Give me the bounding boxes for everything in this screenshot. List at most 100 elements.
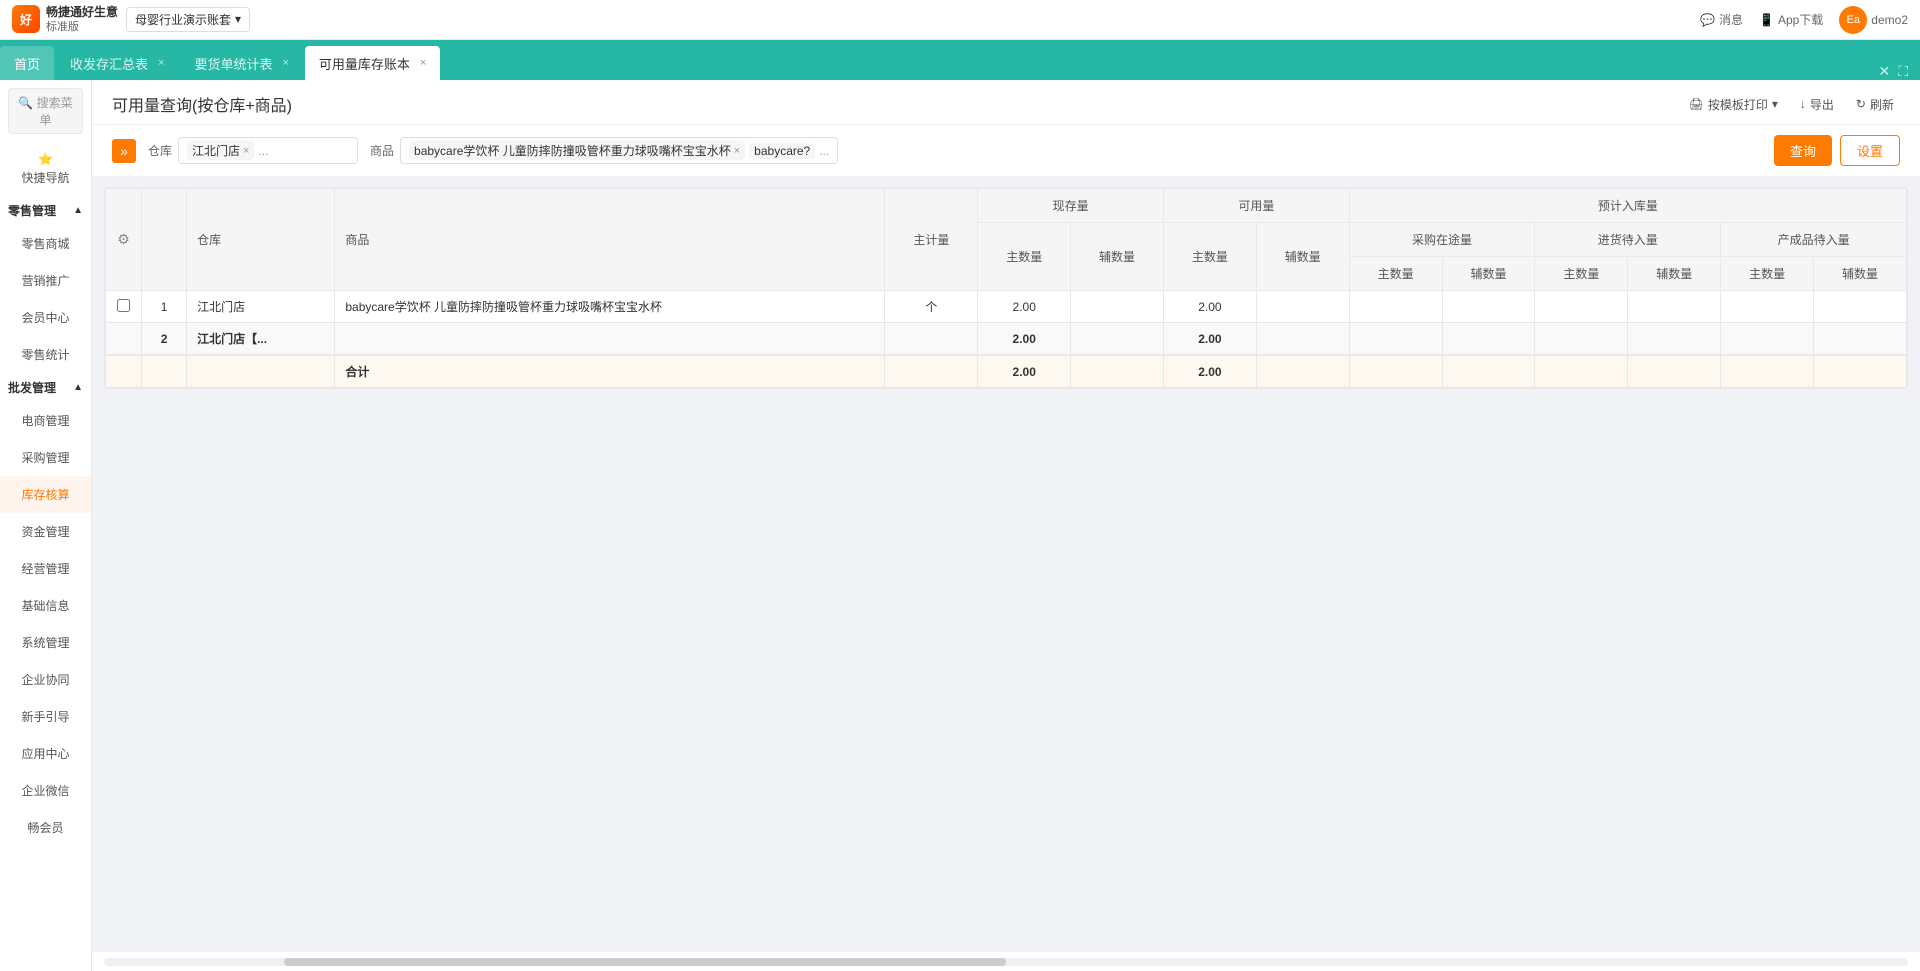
th-purchase-sub: 辅数量 <box>1442 257 1535 291</box>
cell-main-unit-2 <box>885 323 978 356</box>
sidebar-item-ecommerce[interactable]: 电商管理 <box>0 402 91 439</box>
setting-button[interactable]: 设置 <box>1840 135 1900 166</box>
user-avatar[interactable]: Ea demo2 <box>1839 6 1908 34</box>
sidebar-item-system-mgmt[interactable]: 系统管理 <box>0 624 91 661</box>
remove-product-tag[interactable]: × <box>734 145 740 157</box>
quick-nav-icon: ⭐ <box>38 152 53 166</box>
footer-avail-main: 2.00 <box>1163 355 1256 388</box>
sidebar-item-marketing[interactable]: 营销推广 <box>0 262 91 299</box>
tab-home[interactable]: 首页 <box>0 46 54 80</box>
search-menu-button[interactable]: 🔍 搜索菜单 <box>8 88 83 134</box>
sidebar-item-member[interactable]: 畅会员 <box>0 809 91 846</box>
cell-purchase-main-2 <box>1349 323 1442 356</box>
footer-stock-main: 2.00 <box>978 355 1071 388</box>
th-current-stock: 现存量 <box>978 189 1164 223</box>
cell-inbound-sub-2 <box>1628 323 1721 356</box>
export-button[interactable]: ↓ 导出 <box>1794 93 1840 116</box>
export-icon: ↓ <box>1800 97 1806 111</box>
warehouse-more[interactable]: ... <box>258 144 268 158</box>
tab-order-statistics[interactable]: 要货单统计表 × <box>180 46 302 80</box>
query-button[interactable]: 查询 <box>1774 135 1832 166</box>
th-stock-sub: 辅数量 <box>1071 223 1164 291</box>
sidebar-item-quick-nav[interactable]: ⭐ 快捷导航 <box>0 142 91 196</box>
remove-warehouse-tag[interactable]: × <box>243 145 249 157</box>
footer-label: 合计 <box>335 355 885 388</box>
sidebar-group-wholesale[interactable]: 批发管理 ▲ <box>0 373 91 402</box>
top-bar: 好 畅捷通好生意 标准版 母婴行业演示账套 ▾ 💬 消息 📱 App下载 Ea … <box>0 0 1920 40</box>
cell-checkbox-2[interactable] <box>106 323 142 356</box>
data-table-container: ⚙ 仓库 商品 主计量 现存量 可用量 预计入库量 主数量 辅数量 <box>104 187 1908 389</box>
sidebar-item-retail-mall[interactable]: 零售商城 <box>0 225 91 262</box>
cell-inbound-sub <box>1628 291 1721 323</box>
th-avail-main: 主数量 <box>1163 223 1256 291</box>
th-avail-sub: 辅数量 <box>1256 223 1349 291</box>
sidebar-item-enterprise-wechat[interactable]: 企业微信 <box>0 772 91 809</box>
th-settings[interactable]: ⚙ <box>106 189 142 291</box>
maximize-window-icon[interactable]: ⛶ <box>1898 63 1908 80</box>
sidebar-item-app-center[interactable]: 应用中心 <box>0 735 91 772</box>
tab-available-inventory[interactable]: 可用量库存账本 × <box>305 46 440 80</box>
th-available-qty: 可用量 <box>1163 189 1349 223</box>
sidebar-item-enterprise-collab[interactable]: 企业协同 <box>0 661 91 698</box>
settings-icon[interactable]: ⚙ <box>117 231 130 247</box>
chevron-down-icon: ▾ <box>235 12 241 26</box>
cell-warehouse: 江北门店 <box>187 291 335 323</box>
refresh-button[interactable]: ↻ 刷新 <box>1850 93 1900 116</box>
cell-purchase-main <box>1349 291 1442 323</box>
industry-selector[interactable]: 母婴行业演示账套 ▾ <box>126 7 250 32</box>
cell-avail-main-2: 2.00 <box>1163 323 1256 356</box>
product-filter: 商品 babycare学饮杯 儿童防摔防撞吸管杯重力球吸嘴杯宝宝水杯 × bab… <box>370 137 838 164</box>
product-tags-input[interactable]: babycare学饮杯 儿童防摔防撞吸管杯重力球吸嘴杯宝宝水杯 × babyca… <box>400 137 838 164</box>
message-button[interactable]: 💬 消息 <box>1700 11 1743 28</box>
cell-avail-main: 2.00 <box>1163 291 1256 323</box>
sidebar-item-membership[interactable]: 会员中心 <box>0 299 91 336</box>
download-icon: 📱 <box>1759 13 1774 27</box>
cell-product-2 <box>335 323 885 356</box>
bottom-scrollbar <box>92 951 1920 971</box>
close-tab-inventory[interactable]: × <box>420 57 426 69</box>
avatar-image: Ea <box>1839 6 1867 34</box>
top-bar-left: 好 畅捷通好生意 标准版 母婴行业演示账套 ▾ <box>12 5 250 35</box>
horizontal-scrollbar[interactable] <box>104 958 1908 966</box>
expand-filter-button[interactable]: » <box>112 139 136 163</box>
warehouse-filter: 仓库 江北门店 × ... <box>148 137 358 164</box>
sidebar-item-business-mgmt[interactable]: 经营管理 <box>0 550 91 587</box>
sidebar-item-new-guide[interactable]: 新手引导 <box>0 698 91 735</box>
product-more[interactable]: ... <box>819 144 829 158</box>
cell-inbound-main <box>1535 291 1628 323</box>
sidebar-item-retail-stats[interactable]: 零售统计 <box>0 336 91 373</box>
arrow-icon: ▲ <box>73 205 83 216</box>
app-download-button[interactable]: 📱 App下载 <box>1759 11 1823 28</box>
cell-purchase-sub-2 <box>1442 323 1535 356</box>
close-window-icon[interactable]: ✕ <box>1878 63 1890 80</box>
message-icon: 💬 <box>1700 13 1715 27</box>
cell-product-main-2 <box>1721 323 1814 356</box>
filter-actions: 查询 设置 <box>1774 135 1900 166</box>
scrollbar-thumb[interactable] <box>284 958 1006 966</box>
top-bar-right: 💬 消息 📱 App下载 Ea demo2 <box>1700 6 1908 34</box>
logo-text: 畅捷通好生意 标准版 <box>46 5 118 35</box>
cell-stock-sub <box>1071 291 1164 323</box>
row-checkbox[interactable] <box>117 299 130 312</box>
sidebar-item-procurement[interactable]: 采购管理 <box>0 439 91 476</box>
sidebar-item-inventory[interactable]: 库存核算 <box>0 476 91 513</box>
warehouse-tags-input[interactable]: 江北门店 × ... <box>178 137 358 164</box>
tab-receivables-summary[interactable]: 收发存汇总表 × <box>56 46 178 80</box>
close-tab-order[interactable]: × <box>282 57 288 69</box>
print-button[interactable]: 🖨 按模板打印 ▾ <box>1683 93 1784 116</box>
sidebar-item-basic-info[interactable]: 基础信息 <box>0 587 91 624</box>
th-purchase-main: 主数量 <box>1349 257 1442 291</box>
chevron-down-icon: ▾ <box>1772 97 1778 111</box>
cell-avail-sub <box>1256 291 1349 323</box>
cell-stock-sub-2 <box>1071 323 1164 356</box>
th-planned-inbound: 预计入库量 <box>1349 189 1906 223</box>
cell-checkbox[interactable] <box>106 291 142 323</box>
sidebar-item-finance[interactable]: 资金管理 <box>0 513 91 550</box>
close-tab-receivables[interactable]: × <box>158 57 164 69</box>
th-inbound-sub: 辅数量 <box>1628 257 1721 291</box>
data-table: ⚙ 仓库 商品 主计量 现存量 可用量 预计入库量 主数量 辅数量 <box>105 188 1907 388</box>
main-layout: 🔍 搜索菜单 ⭐ 快捷导航 零售管理 ▲ 零售商城 营销推广 会员中心 零售统计… <box>0 80 1920 971</box>
sidebar-group-retail[interactable]: 零售管理 ▲ <box>0 196 91 225</box>
th-product: 商品 <box>335 189 885 291</box>
cell-index: 1 <box>142 291 187 323</box>
